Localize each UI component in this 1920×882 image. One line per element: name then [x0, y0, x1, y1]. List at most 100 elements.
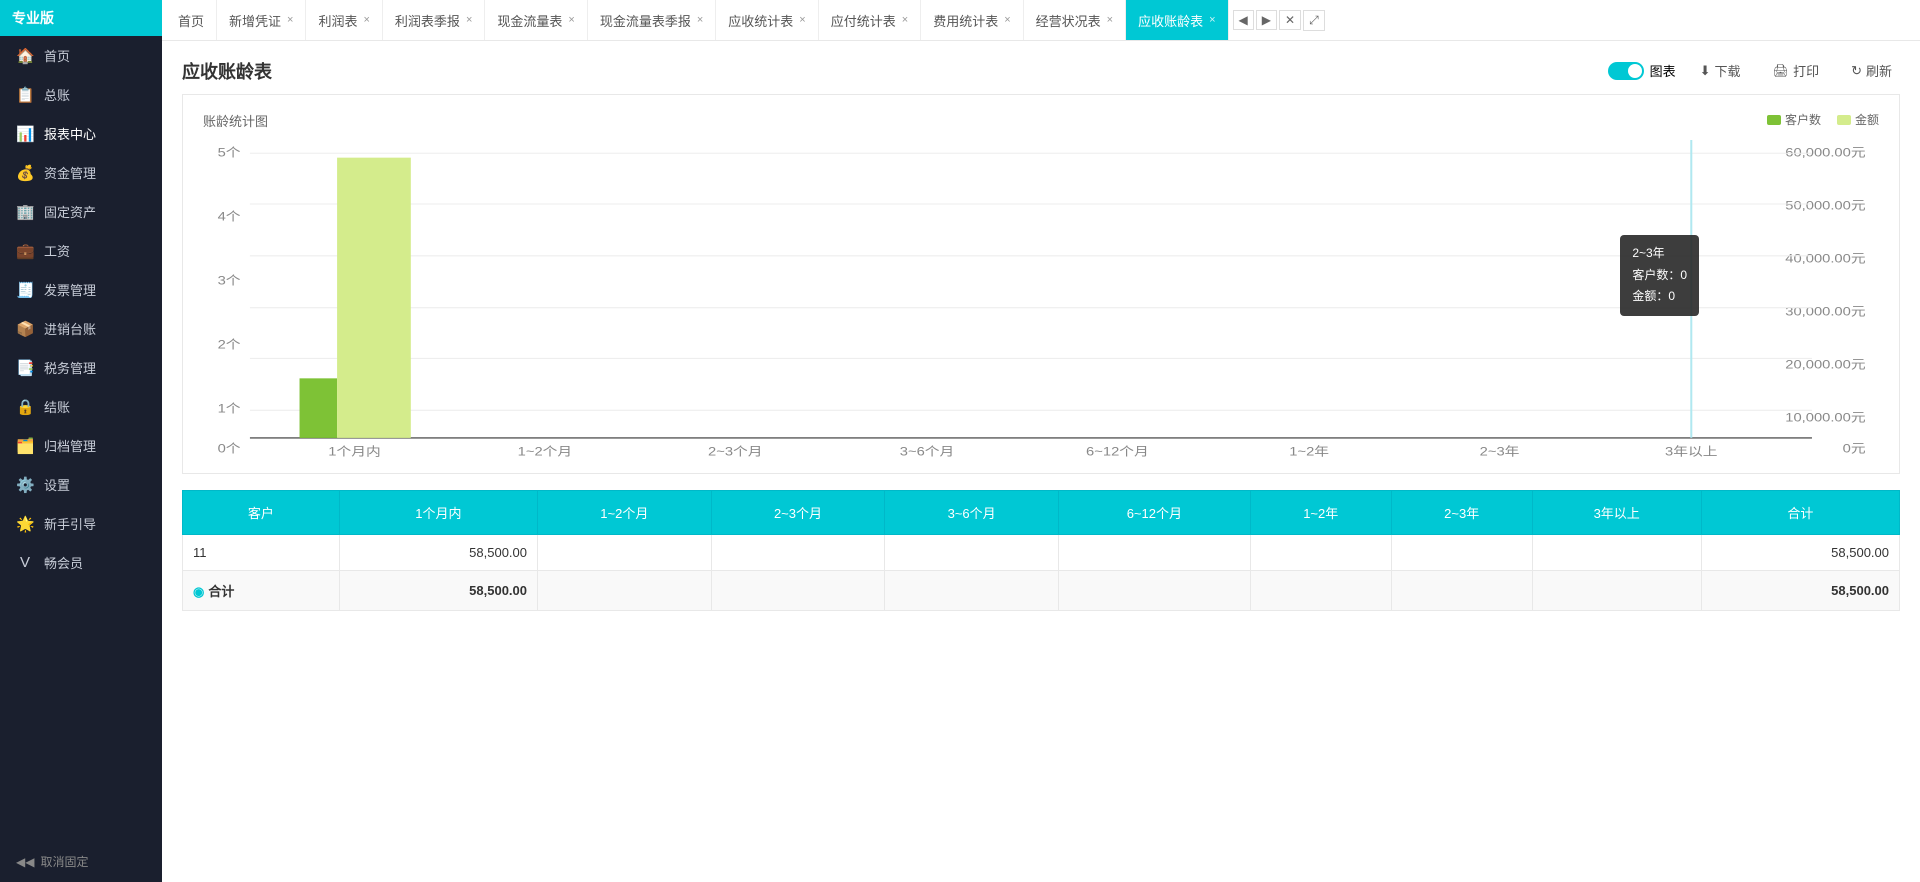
- sidebar-icon-assets: 🏢: [16, 203, 34, 221]
- sidebar-item-guide[interactable]: 🌟 新手引导: [0, 504, 162, 543]
- sidebar-label-home: 首页: [44, 46, 70, 65]
- tab-close-ar_aging[interactable]: ×: [1209, 14, 1215, 26]
- sidebar-label-archive: 归档管理: [44, 436, 96, 455]
- print-button[interactable]: 🖨 打印: [1765, 57, 1828, 84]
- tab-profit_quarter[interactable]: 利润表季报×: [383, 0, 485, 40]
- total-cell: [1058, 571, 1250, 611]
- sidebar-item-reports[interactable]: 📊报表中心: [0, 114, 162, 153]
- sidebar-item-archive[interactable]: 🗂️归档管理: [0, 426, 162, 465]
- sidebar-item-ledger[interactable]: 📋总账: [0, 75, 162, 114]
- table-cell: 58,500.00: [1701, 535, 1899, 571]
- svg-text:2~3年: 2~3年: [1480, 445, 1520, 458]
- tab-close-cashflow_quarter[interactable]: ×: [697, 14, 703, 26]
- sidebar-item-purchase[interactable]: 📦进销台账: [0, 309, 162, 348]
- tab-close-cashflow[interactable]: ×: [568, 14, 574, 26]
- table-cell: [1532, 535, 1701, 571]
- table-row: 1158,500.0058,500.00: [183, 535, 1900, 571]
- tab-close-all-button[interactable]: ✕: [1279, 10, 1301, 30]
- chart-svg: 5个 4个 3个 2个 1个 0个 60,000.00元 50,000.00元 …: [203, 140, 1879, 460]
- sidebar-label-ledger: 总账: [44, 85, 70, 104]
- chart-svg-area: 5个 4个 3个 2个 1个 0个 60,000.00元 50,000.00元 …: [203, 140, 1879, 460]
- sidebar-item-salary[interactable]: 💼 工资: [0, 231, 162, 270]
- tab-close-ap_stat[interactable]: ×: [902, 14, 908, 26]
- sidebar-label-close: 结账: [44, 397, 70, 416]
- sidebar-label-reports: 报表中心: [44, 124, 96, 143]
- sidebar-item-tax[interactable]: 📑税务管理: [0, 348, 162, 387]
- tab-prev-button[interactable]: ◀: [1233, 10, 1254, 30]
- svg-text:30,000.00元: 30,000.00元: [1785, 305, 1865, 318]
- sidebar-icon-purchase: 📦: [16, 320, 34, 338]
- sidebar-label-guide: 新手引导: [44, 514, 96, 533]
- tab-voucher[interactable]: 新增凭证 ×: [217, 0, 306, 40]
- download-button[interactable]: ⬇ 下载: [1692, 57, 1749, 84]
- tab-close-biz_status[interactable]: ×: [1107, 14, 1113, 26]
- sidebar-item-invoice[interactable]: 🧾发票管理: [0, 270, 162, 309]
- col-header: 客户: [183, 491, 340, 535]
- tab-label-voucher: 新增凭证: [229, 11, 281, 30]
- tab-biz_status[interactable]: 经营状况表×: [1024, 0, 1126, 40]
- sidebar-item-assets[interactable]: 🏢固定资产: [0, 192, 162, 231]
- unpin-button[interactable]: ◀◀ 取消固定: [0, 841, 162, 882]
- tab-close-ar_stat[interactable]: ×: [799, 14, 805, 26]
- tab-close-expense[interactable]: ×: [1004, 14, 1010, 26]
- total-cell: [1250, 571, 1391, 611]
- col-header: 2~3个月: [711, 491, 885, 535]
- tab-ar_stat[interactable]: 应收统计表×: [716, 0, 818, 40]
- svg-text:0个: 0个: [218, 441, 241, 454]
- tab-expense[interactable]: 费用统计表×: [921, 0, 1023, 40]
- svg-text:3~6个月: 3~6个月: [900, 445, 954, 458]
- sidebar-item-close[interactable]: 🔒结账: [0, 387, 162, 426]
- col-header: 1~2年: [1250, 491, 1391, 535]
- tab-expand-button[interactable]: ⤢: [1303, 10, 1325, 31]
- tab-ar_aging[interactable]: 应收账龄表×: [1126, 0, 1228, 40]
- svg-text:1个月内: 1个月内: [328, 445, 380, 458]
- tab-profit[interactable]: 利润表 ×: [306, 0, 382, 40]
- sidebar-item-home[interactable]: 🏠首页: [0, 36, 162, 75]
- sidebar-icon-invoice: 🧾: [16, 281, 34, 299]
- svg-text:6~12个月: 6~12个月: [1086, 445, 1149, 458]
- total-cell: [1532, 571, 1701, 611]
- svg-text:3年以上: 3年以上: [1665, 445, 1717, 458]
- sidebar-item-settings[interactable]: ⚙️设置: [0, 465, 162, 504]
- refresh-icon: ↻: [1851, 63, 1862, 79]
- tab-cashflow[interactable]: 现金流量表×: [485, 0, 587, 40]
- tab-nav-buttons: ◀ ▶ ✕ ⤢: [1233, 10, 1325, 31]
- svg-text:2个: 2个: [218, 338, 241, 351]
- sidebar-label-settings: 设置: [44, 475, 70, 494]
- tab-close-profit[interactable]: ×: [363, 14, 369, 26]
- table-cell: [538, 535, 712, 571]
- svg-text:20,000.00元: 20,000.00元: [1785, 358, 1865, 371]
- tab-close-voucher[interactable]: ×: [287, 14, 293, 26]
- sidebar-icon-guide: 🌟: [16, 515, 34, 533]
- print-icon: 🖨: [1773, 63, 1790, 79]
- svg-text:5个: 5个: [218, 146, 241, 159]
- svg-text:60,000.00元: 60,000.00元: [1785, 146, 1865, 159]
- sidebar-item-member[interactable]: V畅会员: [0, 543, 162, 582]
- tab-label-profit: 利润表: [318, 11, 357, 30]
- col-header: 3~6个月: [885, 491, 1059, 535]
- svg-text:4个: 4个: [218, 210, 241, 223]
- toggle-label: 图表: [1650, 61, 1676, 80]
- tab-close-profit_quarter[interactable]: ×: [466, 14, 472, 26]
- tab-ap_stat[interactable]: 应付统计表×: [819, 0, 921, 40]
- page-actions: 图表 ⬇ 下载 🖨 打印 ↻ 刷新: [1608, 57, 1900, 84]
- tab-home[interactable]: 首页: [166, 0, 217, 40]
- table-cell: 11: [183, 535, 340, 571]
- sidebar-icon-salary: 💼: [16, 242, 34, 260]
- svg-text:1~2个月: 1~2个月: [518, 445, 572, 458]
- col-header: 合计: [1701, 491, 1899, 535]
- total-cell: [711, 571, 885, 611]
- tab-next-button[interactable]: ▶: [1256, 10, 1277, 30]
- sidebar-icon-tax: 📑: [16, 359, 34, 377]
- refresh-button[interactable]: ↻ 刷新: [1843, 57, 1900, 84]
- sidebar-label-salary: 工资: [44, 241, 70, 260]
- chart-toggle[interactable]: [1608, 62, 1644, 80]
- app-logo: 专业版: [0, 0, 162, 36]
- legend-amount-label: 金额: [1855, 111, 1879, 128]
- table-body: 1158,500.0058,500.00◉合计58,500.0058,500.0…: [183, 535, 1900, 611]
- total-cell: [1391, 571, 1532, 611]
- tab-cashflow_quarter[interactable]: 现金流量表季报×: [588, 0, 716, 40]
- table-cell: [1250, 535, 1391, 571]
- svg-text:10,000.00元: 10,000.00元: [1785, 411, 1865, 424]
- sidebar-item-funds[interactable]: 💰资金管理: [0, 153, 162, 192]
